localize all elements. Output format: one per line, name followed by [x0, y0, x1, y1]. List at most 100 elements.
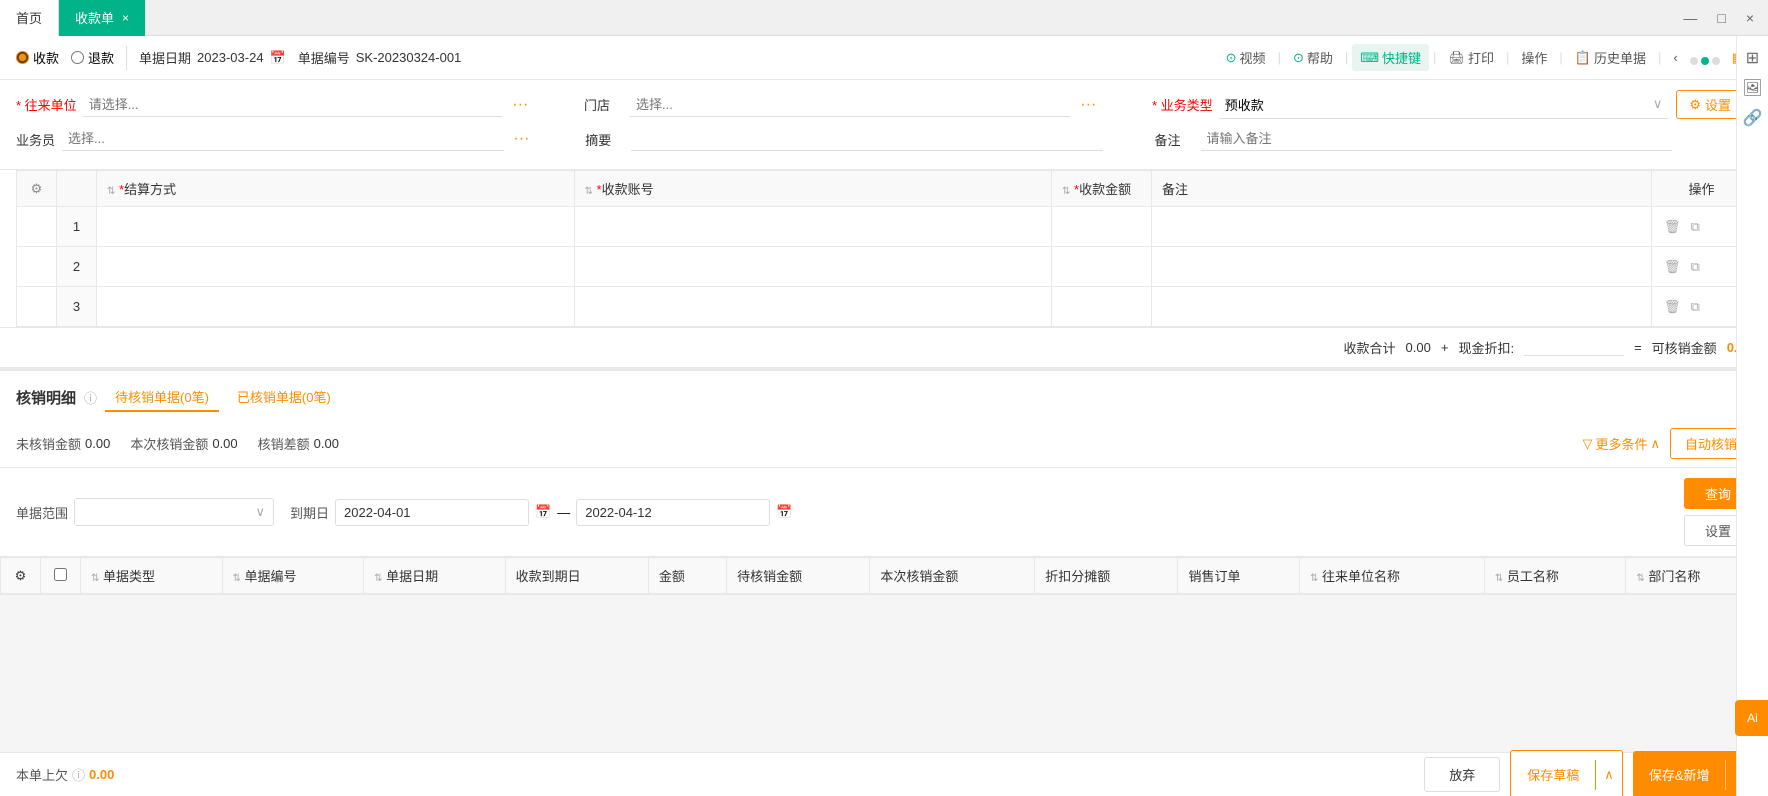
shop-input[interactable]: [630, 93, 1070, 117]
radio-refund-label: 退款: [88, 48, 114, 67]
row-amount-1[interactable]: [1052, 207, 1152, 247]
tab-close-icon[interactable]: ×: [122, 11, 129, 25]
save-draft-arrow-icon[interactable]: ∧: [1595, 760, 1622, 790]
video-button[interactable]: ⊙ 视频: [1218, 44, 1274, 71]
window-close-button[interactable]: ×: [1740, 8, 1760, 28]
sidebar-image-icon[interactable]: 🖼: [1739, 74, 1767, 102]
discount-label: 现金折扣:: [1458, 338, 1514, 357]
copy-icon[interactable]: ⧉: [1689, 257, 1702, 277]
note-input[interactable]: [1201, 127, 1673, 151]
row-account-2[interactable]: [574, 247, 1052, 287]
diff-label: 核销差额: [258, 434, 310, 453]
shortcut-button[interactable]: ⌨ 快捷键: [1352, 44, 1429, 71]
copy-icon[interactable]: ⧉: [1689, 217, 1702, 237]
bottom-col-counterparty: ⇅ 往来单位名称: [1300, 558, 1485, 594]
bottom-col-checkbox[interactable]: [41, 558, 81, 594]
settings-button[interactable]: ⚙ 设置: [1676, 90, 1744, 119]
tab-done[interactable]: 已核销单据(0笔): [227, 383, 341, 412]
staff-input[interactable]: [62, 127, 504, 151]
row-note-2[interactable]: [1152, 247, 1652, 287]
discard-button[interactable]: 放弃: [1424, 757, 1500, 792]
table-gear-icon[interactable]: ⚙: [31, 181, 43, 196]
minimize-button[interactable]: —: [1677, 8, 1703, 28]
summary-label: 摘要: [585, 130, 625, 149]
form-area: 往来单位 ··· 门店 ··· 业务类型 预收款 ∨ ⚙ 设置 业务员: [0, 80, 1768, 170]
shop-more-btn[interactable]: ···: [1076, 96, 1100, 114]
bottom-bar: 本单上欠 ⓘ 0.00 放弃 保存草稿 ∧ 保存&新增 ∧: [0, 752, 1768, 796]
summary-input[interactable]: [631, 127, 1103, 151]
total-value: 0.00: [1406, 340, 1431, 355]
range-select[interactable]: ∨: [74, 498, 274, 526]
query-label: 查询: [1705, 487, 1731, 502]
unwritten-value: 0.00: [85, 436, 110, 451]
col-note: 备注: [1152, 171, 1652, 207]
bottom-gear-icon[interactable]: ⚙: [15, 568, 27, 583]
row-note-3[interactable]: [1152, 287, 1652, 327]
row-spacer: [17, 287, 57, 327]
operation-button[interactable]: 操作: [1513, 44, 1555, 71]
calendar-icon[interactable]: 📅: [270, 50, 286, 66]
table-settings-header[interactable]: ⚙: [17, 171, 57, 207]
delete-icon[interactable]: 🗑: [1662, 217, 1683, 237]
tab-active[interactable]: 收款单 ×: [59, 0, 145, 36]
table-row: 3 🗑 ⧉: [17, 287, 1752, 327]
calendar-icon[interactable]: 📅: [776, 504, 792, 520]
tab-home[interactable]: 首页: [0, 0, 59, 36]
row-num-3: 3: [57, 287, 97, 327]
filter-row: 单据范围 ∨ 到期日 📅 — 📅 查询 设置: [0, 468, 1768, 557]
date-separator: —: [557, 505, 570, 520]
copy-icon[interactable]: ⧉: [1689, 297, 1702, 317]
business-type-value: 预收款: [1225, 95, 1264, 114]
print-icon: 🖨: [1448, 50, 1465, 66]
sidebar-ai-icon[interactable]: Ai: [1735, 700, 1768, 736]
delete-icon[interactable]: 🗑: [1662, 257, 1683, 277]
more-conditions-btn[interactable]: ▽ 更多条件 ∧: [1582, 434, 1660, 453]
bottom-col-discount: 折扣分摊额: [1035, 558, 1178, 594]
row-settlement-2[interactable]: [97, 247, 575, 287]
row-num-2: 2: [57, 247, 97, 287]
history-label: 历史单据: [1594, 48, 1646, 67]
filter-icon: ▽: [1582, 436, 1592, 452]
staff-more-btn[interactable]: ···: [510, 130, 534, 148]
gear-icon: ⚙: [1689, 97, 1701, 113]
radio-refund[interactable]: 退款: [71, 48, 114, 67]
sidebar-table-icon[interactable]: ⊞: [1739, 44, 1767, 72]
right-sidebar: ⊞ 🖼 🔗 Ai: [1736, 36, 1768, 796]
more-conditions-label: 更多条件: [1595, 434, 1647, 453]
save-draft-button[interactable]: 保存草稿 ∧: [1510, 750, 1623, 796]
maximize-button[interactable]: □: [1711, 8, 1731, 28]
writeoff-info-icon[interactable]: ⓘ: [84, 388, 97, 407]
row-note-1[interactable]: [1152, 207, 1652, 247]
discount-input[interactable]: [1524, 340, 1624, 356]
date-to-input[interactable]: [576, 499, 770, 526]
counterparty-more-btn[interactable]: ···: [508, 96, 532, 114]
prev-button[interactable]: ‹: [1665, 46, 1685, 69]
history-button[interactable]: 📋 历史单据: [1567, 44, 1654, 71]
chevron-up-icon: ∧: [1650, 436, 1660, 452]
row-amount-2[interactable]: [1052, 247, 1152, 287]
save-new-button[interactable]: 保存&新增 ∧: [1633, 751, 1752, 796]
row-account-1[interactable]: [574, 207, 1052, 247]
row-settlement-1[interactable]: [97, 207, 575, 247]
sidebar-link-icon[interactable]: 🔗: [1739, 104, 1767, 132]
counterparty-input[interactable]: [83, 93, 503, 117]
help-button[interactable]: ⊙ 帮助: [1285, 44, 1341, 71]
radio-receive-label: 收款: [33, 48, 59, 67]
print-button[interactable]: 🖨 打印: [1440, 44, 1502, 71]
date-from-input[interactable]: [335, 499, 529, 526]
due-date-field: 到期日 📅 — 📅: [290, 499, 792, 526]
row-amount-3[interactable]: [1052, 287, 1152, 327]
select-all-checkbox[interactable]: [54, 568, 67, 581]
bottom-col-doc-date: ⇅ 单据日期: [364, 558, 506, 594]
current-value: 0.00: [212, 436, 237, 451]
delete-icon[interactable]: 🗑: [1662, 297, 1683, 317]
row-account-3[interactable]: [574, 287, 1052, 327]
tab-bar-right: — □ ×: [1677, 8, 1768, 28]
row-settlement-3[interactable]: [97, 287, 575, 327]
calendar-icon[interactable]: 📅: [535, 504, 551, 520]
radio-receive[interactable]: 收款: [16, 48, 59, 67]
bottom-table-gear[interactable]: ⚙: [1, 558, 41, 594]
operation-label: 操作: [1521, 48, 1547, 67]
business-type-select[interactable]: 预收款 ∨: [1219, 91, 1669, 119]
tab-pending[interactable]: 待核销单据(0笔): [105, 383, 219, 412]
